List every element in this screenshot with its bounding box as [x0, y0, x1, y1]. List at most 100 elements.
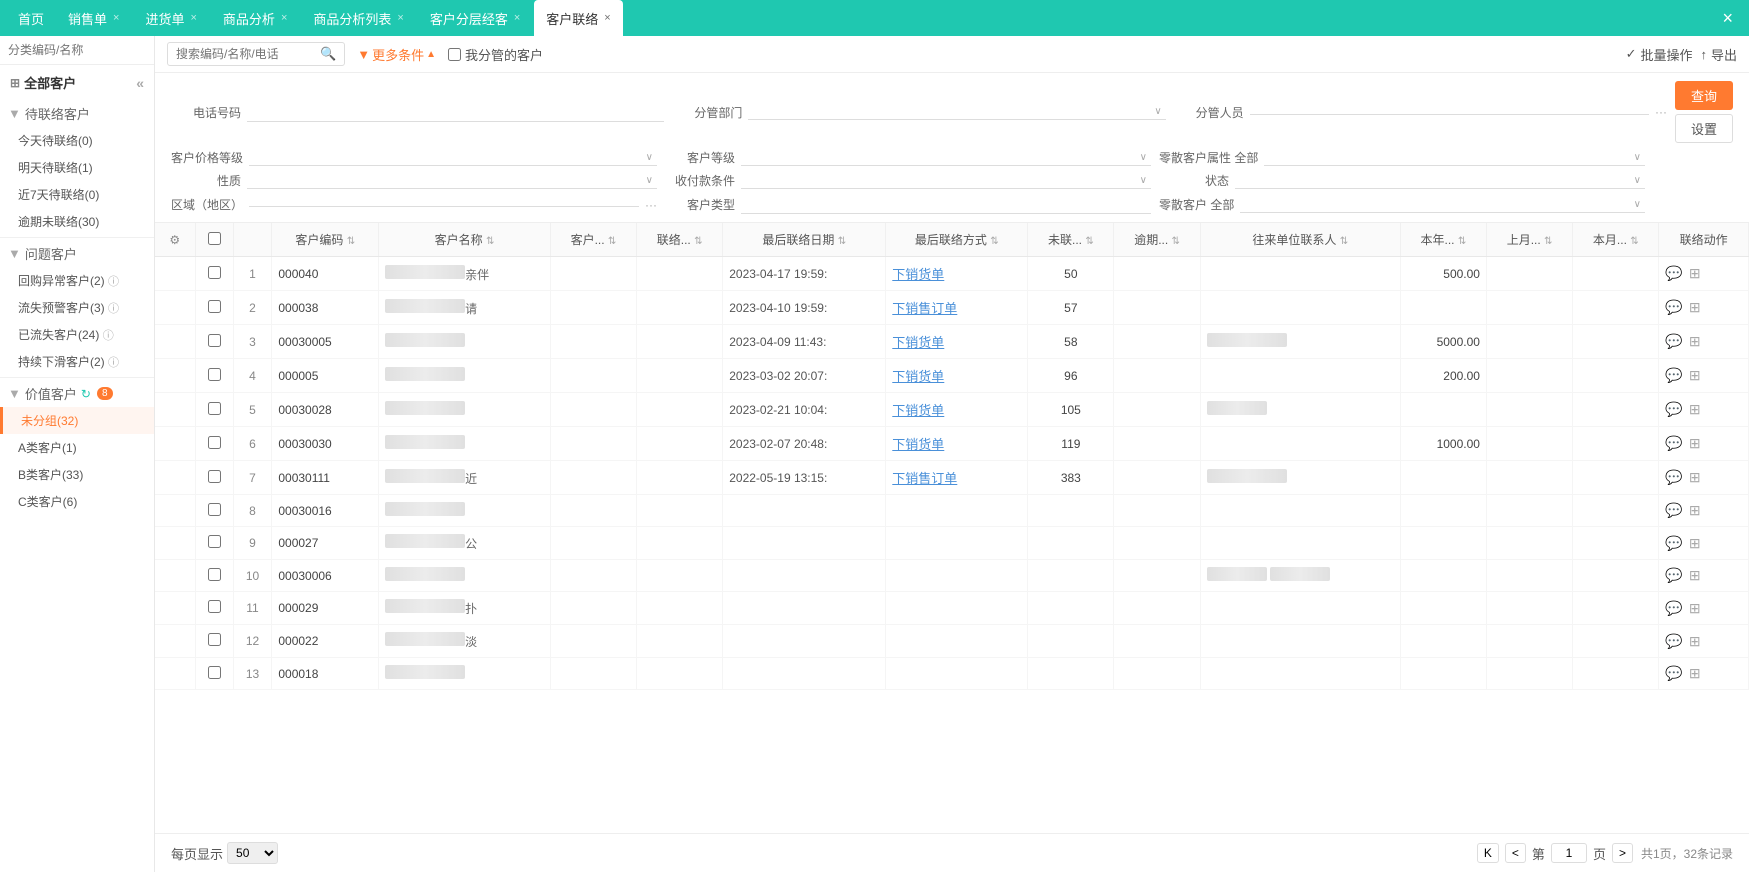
filter-retail-attr-select[interactable]: ∨	[1264, 150, 1645, 166]
filter-customer-type-input[interactable]	[741, 195, 1151, 214]
per-page-select[interactable]: 20 50 100	[227, 842, 278, 864]
region-ellipsis-icon[interactable]: ···	[645, 198, 657, 212]
tab-customer-contact[interactable]: 客户联络 ×	[534, 0, 622, 36]
call-icon[interactable]: 💬	[1665, 333, 1682, 350]
close-sales-icon[interactable]: ×	[113, 12, 119, 24]
td-checkbox[interactable]	[195, 325, 233, 359]
call-icon[interactable]: 💬	[1665, 600, 1682, 617]
call-icon[interactable]: 💬	[1665, 502, 1682, 519]
next-page-btn[interactable]: >	[1612, 843, 1633, 863]
value-section-header[interactable]: ▼ 价值客户 ↻ 8	[0, 380, 154, 407]
query-button[interactable]: 查询	[1675, 81, 1733, 110]
contact-way-link[interactable]: 下销售订单	[892, 471, 957, 486]
more-action-icon[interactable]: ⊞	[1689, 333, 1701, 350]
reset-button[interactable]: 设置	[1675, 114, 1733, 143]
my-customers-checkbox-label[interactable]: 我分管的客户	[448, 45, 543, 64]
contact-way-link[interactable]: 下销货单	[892, 403, 944, 418]
th-unit-contact[interactable]: 往来单位联系人 ⇅	[1200, 223, 1400, 257]
row-checkbox[interactable]	[208, 503, 221, 516]
select-all-checkbox[interactable]	[208, 232, 221, 245]
filter-manager-select[interactable]	[1250, 110, 1649, 115]
sidebar-item-B[interactable]: B类客户(33)	[0, 461, 154, 488]
td-checkbox[interactable]	[195, 658, 233, 690]
more-action-icon[interactable]: ⊞	[1689, 469, 1701, 486]
row-checkbox[interactable]	[208, 600, 221, 613]
th-not-contact[interactable]: 未联... ⇅	[1028, 223, 1114, 257]
sidebar-item-week[interactable]: 近7天待联络(0)	[0, 181, 154, 208]
batch-operation-btn[interactable]: ✓ 批量操作	[1626, 45, 1693, 64]
row-checkbox[interactable]	[208, 633, 221, 646]
call-icon[interactable]: 💬	[1665, 665, 1682, 682]
sidebar-item-churn-risk[interactable]: 流失预警客户(3) ⓘ	[0, 294, 154, 321]
sidebar-item-purchase-abnormal[interactable]: 回购异常客户(2) ⓘ	[0, 267, 154, 294]
call-icon[interactable]: 💬	[1665, 535, 1682, 552]
row-checkbox[interactable]	[208, 666, 221, 679]
home-tab[interactable]: 首页	[8, 9, 54, 28]
search-input[interactable]	[176, 47, 316, 61]
filter-price-level-select[interactable]: ∨	[249, 150, 657, 166]
call-icon[interactable]: 💬	[1665, 401, 1682, 418]
td-checkbox[interactable]	[195, 625, 233, 658]
more-action-icon[interactable]: ⊞	[1689, 401, 1701, 418]
row-checkbox[interactable]	[208, 300, 221, 313]
th-settings[interactable]: ⚙	[155, 223, 195, 257]
row-checkbox[interactable]	[208, 266, 221, 279]
more-action-icon[interactable]: ⊞	[1689, 600, 1701, 617]
search-icon[interactable]: 🔍	[320, 46, 336, 62]
call-icon[interactable]: 💬	[1665, 469, 1682, 486]
more-action-icon[interactable]: ⊞	[1689, 502, 1701, 519]
th-overdue[interactable]: 逾期... ⇅	[1114, 223, 1200, 257]
contact-way-link[interactable]: 下销货单	[892, 267, 944, 282]
pending-section-header[interactable]: ▼ 待联络客户	[0, 100, 154, 127]
td-checkbox[interactable]	[195, 461, 233, 495]
call-icon[interactable]: 💬	[1665, 435, 1682, 452]
row-checkbox[interactable]	[208, 368, 221, 381]
page-number-input[interactable]	[1551, 843, 1587, 863]
sidebar-item-unclassified[interactable]: 未分组(32)	[0, 407, 154, 434]
close-purchase-icon[interactable]: ×	[190, 12, 196, 24]
call-icon[interactable]: 💬	[1665, 367, 1682, 384]
filter-customer-level-select[interactable]: ∨	[741, 150, 1151, 166]
sidebar-item-declining[interactable]: 持续下滑客户(2) ⓘ	[0, 348, 154, 375]
export-btn[interactable]: ↑ 导出	[1700, 45, 1737, 64]
more-conditions-btn[interactable]: ▼ 更多条件 ▲	[357, 45, 436, 64]
filter-dept-select[interactable]: ∨	[748, 104, 1165, 120]
manager-ellipsis-icon[interactable]: ···	[1655, 105, 1667, 119]
contact-way-link[interactable]: 下销货单	[892, 335, 944, 350]
my-customers-checkbox[interactable]	[448, 48, 461, 61]
td-checkbox[interactable]	[195, 359, 233, 393]
more-action-icon[interactable]: ⊞	[1689, 567, 1701, 584]
more-action-icon[interactable]: ⊞	[1689, 435, 1701, 452]
filter-nature-select[interactable]: ∨	[247, 173, 657, 189]
td-checkbox[interactable]	[195, 257, 233, 291]
call-icon[interactable]: 💬	[1665, 567, 1682, 584]
row-checkbox[interactable]	[208, 334, 221, 347]
more-action-icon[interactable]: ⊞	[1689, 265, 1701, 282]
sidebar-item-A[interactable]: A类客户(1)	[0, 434, 154, 461]
th-this-month[interactable]: 本月... ⇅	[1573, 223, 1659, 257]
all-customers-section[interactable]: ⊞ 全部客户 «	[0, 65, 154, 100]
row-checkbox[interactable]	[208, 402, 221, 415]
tab-customer-segment[interactable]: 客户分层经客 ×	[418, 0, 532, 36]
call-icon[interactable]: 💬	[1665, 633, 1682, 650]
first-page-btn[interactable]: K	[1477, 843, 1499, 863]
contact-way-link[interactable]: 下销货单	[892, 437, 944, 452]
th-last-month[interactable]: 上月... ⇅	[1486, 223, 1572, 257]
refresh-icon[interactable]: ↻	[81, 387, 91, 401]
th-last-way[interactable]: 最后联络方式 ⇅	[886, 223, 1028, 257]
filter-region-select[interactable]	[249, 202, 639, 207]
close-all-icon[interactable]: ×	[1714, 8, 1741, 29]
sidebar-item-tomorrow[interactable]: 明天待联络(1)	[0, 154, 154, 181]
td-checkbox[interactable]	[195, 291, 233, 325]
row-checkbox[interactable]	[208, 568, 221, 581]
row-checkbox[interactable]	[208, 535, 221, 548]
th-type[interactable]: 客户... ⇅	[550, 223, 636, 257]
more-action-icon[interactable]: ⊞	[1689, 633, 1701, 650]
row-checkbox[interactable]	[208, 436, 221, 449]
filter-retail-customer-select[interactable]: ∨	[1240, 197, 1645, 213]
filter-status-select[interactable]: ∨	[1235, 173, 1645, 189]
td-checkbox[interactable]	[195, 560, 233, 592]
sidebar-item-today[interactable]: 今天待联络(0)	[0, 127, 154, 154]
more-action-icon[interactable]: ⊞	[1689, 535, 1701, 552]
th-this-year[interactable]: 本年... ⇅	[1400, 223, 1486, 257]
